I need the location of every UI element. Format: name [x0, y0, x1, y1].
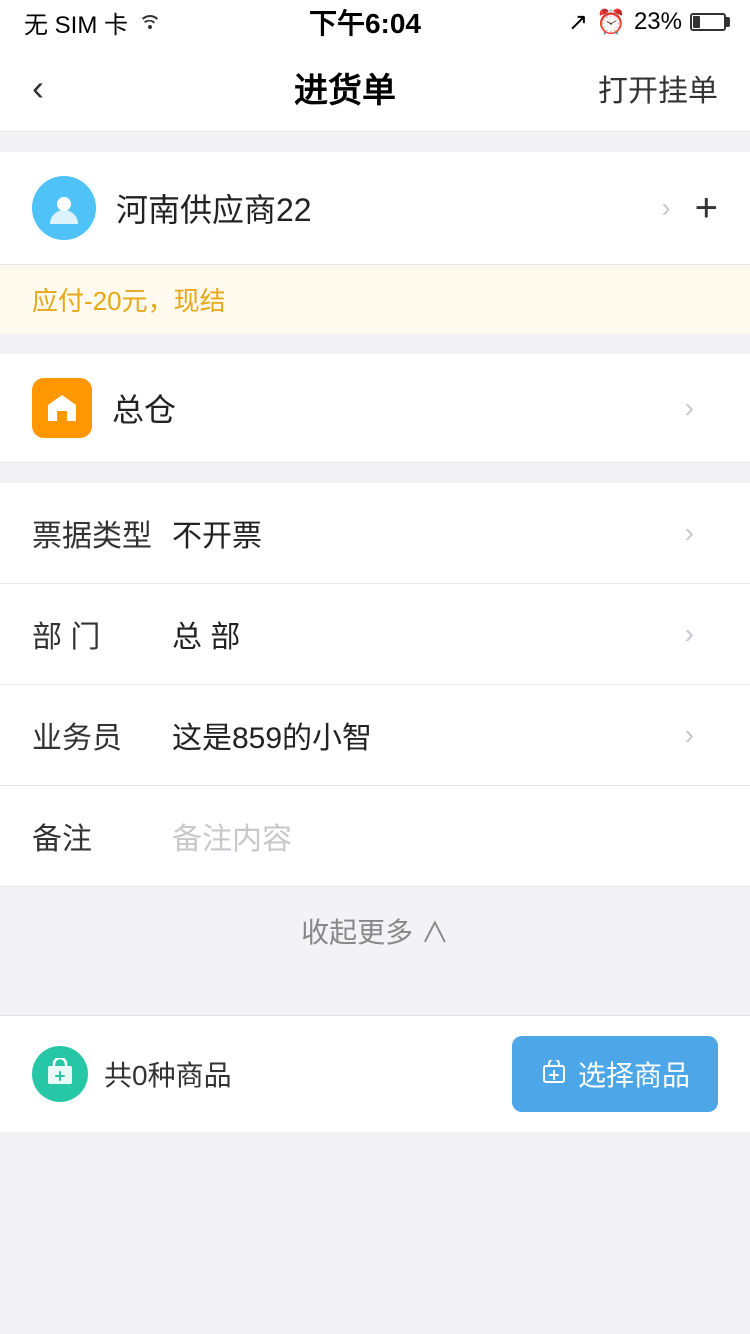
salesperson-value: 这是859的小智 — [152, 713, 685, 757]
invoice-type-row[interactable]: 票据类型 不开票 › — [0, 483, 750, 584]
department-row[interactable]: 部 门 总 部 › — [0, 584, 750, 685]
warehouse-chevron-icon: › — [685, 392, 694, 424]
select-product-label: 选择商品 — [578, 1054, 690, 1094]
battery-percent: 23% — [634, 8, 682, 36]
form-card: 票据类型 不开票 › 部 门 总 部 › 业务员 这是859的小智 › 备注 备… — [0, 483, 750, 887]
location-icon: ↗ — [568, 8, 588, 37]
invoice-type-value: 不开票 — [152, 511, 685, 555]
bottom-bar: 共0种商品 选择商品 — [0, 1015, 750, 1132]
product-icon — [32, 1046, 88, 1102]
status-left: 无 SIM 卡 — [24, 5, 162, 40]
collapse-row[interactable]: 收起更多 ∧ — [0, 887, 750, 975]
warehouse-row[interactable]: 总仓 › — [0, 354, 750, 463]
back-button[interactable]: ‹ — [32, 67, 92, 109]
battery-icon — [690, 13, 726, 31]
supplier-chevron-icon: › — [661, 192, 670, 224]
carrier-label: 无 SIM 卡 — [24, 5, 128, 40]
page-title: 进货单 — [294, 63, 396, 112]
remark-label: 备注 — [32, 814, 152, 858]
alarm-icon: ⏰ — [596, 8, 626, 37]
supplier-name: 河南供应商22 — [116, 185, 661, 231]
salesperson-label: 业务员 — [32, 713, 152, 757]
open-pending-button[interactable]: 打开挂单 — [598, 66, 718, 110]
gap-3 — [0, 975, 750, 1015]
invoice-type-chevron-icon: › — [685, 517, 694, 549]
notice-text: 应付-20元，现结 — [32, 286, 226, 316]
warehouse-name: 总仓 — [112, 385, 685, 431]
remark-input[interactable]: 备注内容 — [152, 814, 718, 858]
department-value: 总 部 — [152, 612, 685, 656]
invoice-type-label: 票据类型 — [32, 511, 152, 555]
gap-1 — [0, 334, 750, 354]
status-time: 下午6:04 — [309, 2, 421, 42]
supplier-row[interactable]: 河南供应商22 › + — [0, 152, 750, 265]
top-gap — [0, 132, 750, 152]
department-label: 部 门 — [32, 612, 152, 656]
supplier-avatar — [32, 176, 96, 240]
status-right: ↗ ⏰ 23% — [568, 8, 726, 37]
department-chevron-icon: › — [685, 618, 694, 650]
supplier-card: 河南供应商22 › + 应付-20元，现结 — [0, 152, 750, 334]
wifi-icon — [138, 8, 162, 36]
add-supplier-button[interactable]: + — [695, 188, 718, 228]
cart-icon — [540, 1060, 568, 1088]
product-count-text: 共0种商品 — [104, 1054, 512, 1094]
gap-2 — [0, 463, 750, 483]
notice-bar: 应付-20元，现结 — [0, 265, 750, 334]
select-product-button[interactable]: 选择商品 — [512, 1036, 718, 1112]
warehouse-icon — [32, 378, 92, 438]
collapse-label: 收起更多 ∧ — [301, 911, 449, 951]
status-bar: 无 SIM 卡 下午6:04 ↗ ⏰ 23% — [0, 0, 750, 44]
salesperson-chevron-icon: › — [685, 719, 694, 751]
nav-bar: ‹ 进货单 打开挂单 — [0, 44, 750, 132]
salesperson-row[interactable]: 业务员 这是859的小智 › — [0, 685, 750, 786]
remark-row[interactable]: 备注 备注内容 — [0, 786, 750, 887]
